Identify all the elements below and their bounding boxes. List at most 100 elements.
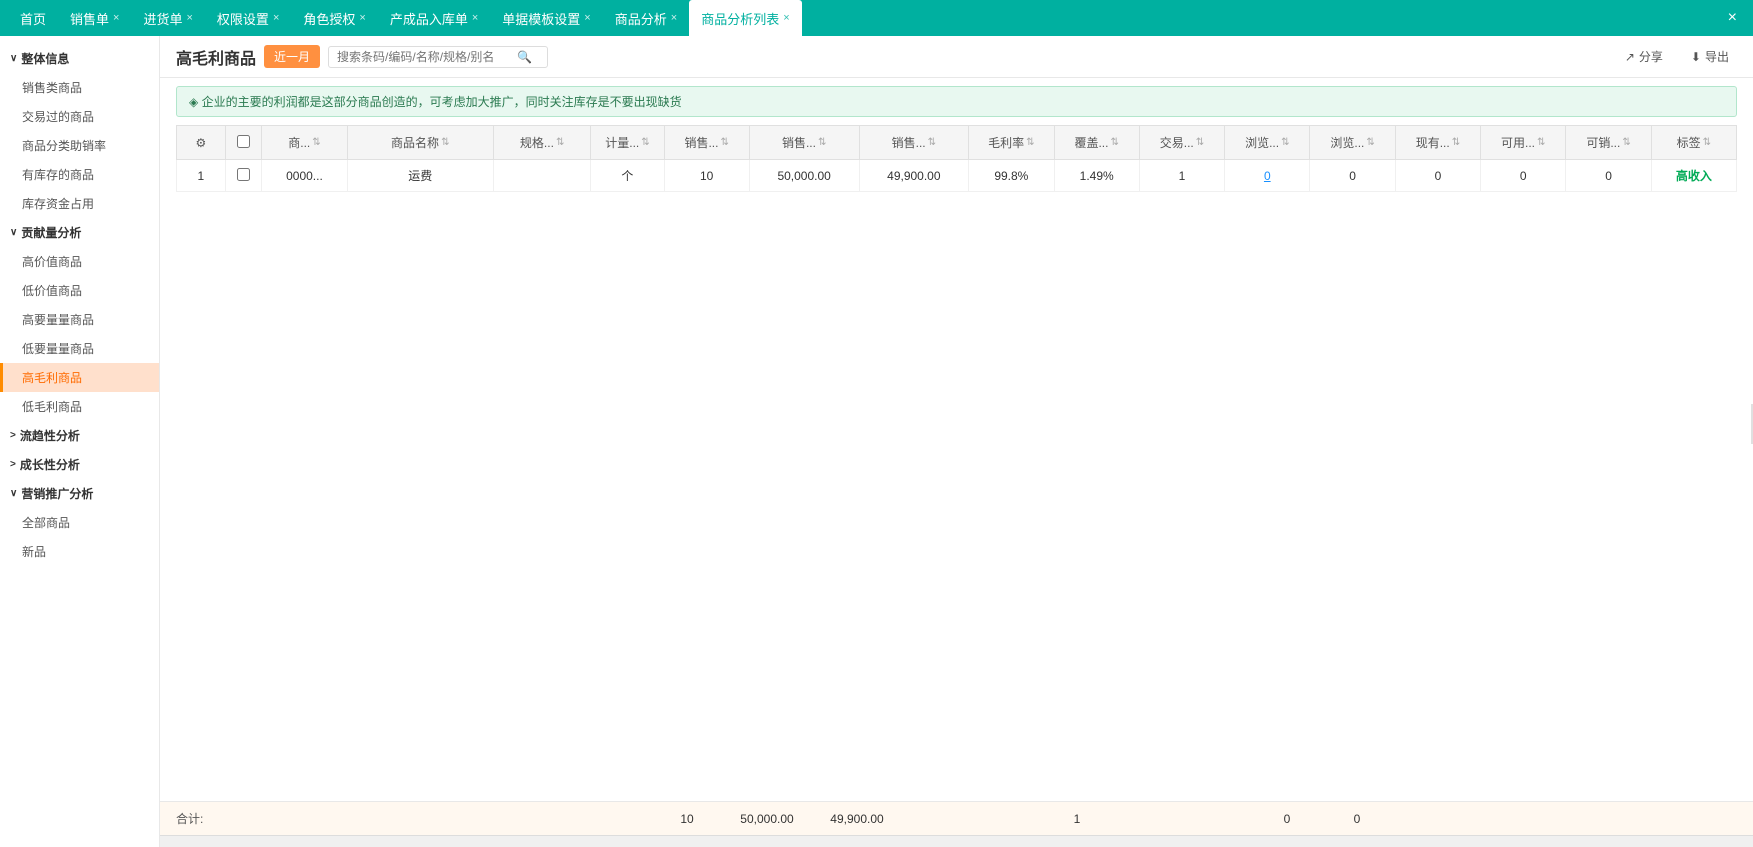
footer-sales-amount: 50,000.00 <box>722 812 812 826</box>
sort-icon[interactable]: ⇅ <box>1196 137 1204 148</box>
select-all-checkbox[interactable] <box>237 135 250 148</box>
nav-item[interactable]: 单据模板设置 × <box>490 0 602 36</box>
nav-close-icon[interactable]: × <box>671 12 677 24</box>
sidebar-section-header[interactable]: > 成长性分析 <box>0 450 159 479</box>
table-column-header[interactable]: 商品名称⇅ <box>347 126 493 160</box>
sort-icon[interactable]: ⇅ <box>720 137 728 148</box>
window-close-button[interactable]: × <box>1720 9 1745 27</box>
nav-item[interactable]: 产成品入库单 × <box>378 0 490 36</box>
table-column-header[interactable]: 可用...⇅ <box>1481 126 1566 160</box>
nav-close-icon[interactable]: × <box>273 12 279 24</box>
search-icon[interactable]: 🔍 <box>517 50 532 64</box>
sidebar-item[interactable]: 低要量量商品 <box>0 334 159 363</box>
sidebar-section-header[interactable]: ∨ 整体信息 <box>0 44 159 73</box>
available-stock: 0 <box>1481 160 1566 192</box>
nav-item[interactable]: 进货单 × <box>131 0 204 36</box>
share-button[interactable]: ↗ 分享 <box>1617 44 1671 69</box>
sidebar-item[interactable]: 低价值商品 <box>0 276 159 305</box>
col-label: 销售... <box>684 134 718 151</box>
sort-icon[interactable]: ⇅ <box>1026 137 1034 148</box>
filter-period-button[interactable]: 近一月 <box>264 45 320 68</box>
row-checkbox[interactable] <box>225 160 262 192</box>
content-area: 高毛利商品 近一月 🔍 ↗ 分享 ⬇ 导出 ◈ 企业的主要的利润都是这部分商品创… <box>160 36 1753 847</box>
sort-icon[interactable]: ⇅ <box>1110 137 1118 148</box>
col-label: 销售... <box>892 134 926 151</box>
nav-item[interactable]: 商品分析 × <box>603 0 689 36</box>
nav-item[interactable]: 权限设置 × <box>205 0 291 36</box>
nav-item[interactable]: 首页 <box>8 0 58 36</box>
horizontal-scrollbar[interactable] <box>160 835 1753 847</box>
table-column-header[interactable]: 规格...⇅ <box>493 126 591 160</box>
nav-close-icon[interactable]: × <box>584 12 590 24</box>
nav-close-icon[interactable]: × <box>359 12 365 24</box>
sort-icon[interactable]: ⇅ <box>1281 137 1289 148</box>
sidebar-section-header[interactable]: ∨ 贡献量分析 <box>0 218 159 247</box>
sidebar-item[interactable]: 低毛利商品 <box>0 392 159 421</box>
nav-item[interactable]: 商品分析列表 × <box>689 0 801 36</box>
settings-icon[interactable]: ⚙ <box>195 136 206 150</box>
sidebar-item[interactable]: 高价值商品 <box>0 247 159 276</box>
sort-icon[interactable]: ⇅ <box>1452 137 1460 148</box>
row-index: 1 <box>177 160 226 192</box>
sidebar-item[interactable]: 库存资金占用 <box>0 189 159 218</box>
transactions: 1 <box>1139 160 1224 192</box>
nav-close-icon[interactable]: × <box>186 12 192 24</box>
search-input[interactable] <box>337 50 517 64</box>
sidebar-item[interactable]: 新品 <box>0 537 159 566</box>
table-column-header[interactable]: 可销...⇅ <box>1566 126 1651 160</box>
nav-close-icon[interactable]: × <box>472 12 478 24</box>
table-column-header[interactable]: 覆盖...⇅ <box>1054 126 1139 160</box>
table-column-header[interactable]: 标签⇅ <box>1651 126 1736 160</box>
sales-qty: 10 <box>664 160 749 192</box>
col-label: 计量... <box>605 134 639 151</box>
views1[interactable]: 0 <box>1225 160 1310 192</box>
search-box: 🔍 <box>328 46 548 68</box>
sort-icon[interactable]: ⇅ <box>1703 137 1711 148</box>
sidebar-item[interactable]: 高毛利商品 <box>0 363 159 392</box>
nav-close-icon[interactable]: × <box>113 12 119 24</box>
nav-close-icon[interactable]: × <box>783 12 789 24</box>
sales-net: 49,900.00 <box>859 160 969 192</box>
table-column-header[interactable]: 商...⇅ <box>262 126 347 160</box>
sort-icon[interactable]: ⇅ <box>556 137 564 148</box>
sidebar-item[interactable]: 高要量量商品 <box>0 305 159 334</box>
sort-icon[interactable]: ⇅ <box>928 137 936 148</box>
row-select-checkbox[interactable] <box>237 168 250 181</box>
sidebar-item[interactable]: 商品分类助销率 <box>0 131 159 160</box>
table-column-header: ⚙ <box>177 126 226 160</box>
export-button[interactable]: ⬇ 导出 <box>1683 44 1737 69</box>
col-label: 浏览... <box>1245 134 1279 151</box>
sort-icon[interactable]: ⇅ <box>312 137 320 148</box>
table-column-header[interactable]: 销售...⇅ <box>664 126 749 160</box>
nav-item[interactable]: 销售单 × <box>58 0 131 36</box>
sidebar-item[interactable]: 有库存的商品 <box>0 160 159 189</box>
sort-icon[interactable]: ⇅ <box>1366 137 1374 148</box>
sort-icon[interactable]: ⇅ <box>1622 137 1630 148</box>
table-column-header[interactable]: 浏览...⇅ <box>1310 126 1395 160</box>
sort-icon[interactable]: ⇅ <box>441 137 449 148</box>
nav-item[interactable]: 角色授权 × <box>291 0 377 36</box>
info-banner-text: ◈ 企业的主要的利润都是这部分商品创造的，可考虑加大推广，同时关注库存是不要出现… <box>189 93 682 110</box>
table-column-header[interactable]: 现有...⇅ <box>1395 126 1480 160</box>
col-label: 可用... <box>1501 134 1535 151</box>
share-icon: ↗ <box>1625 50 1635 64</box>
table-footer: 合计: 10 50,000.00 49,900.00 1 0 0 <box>160 801 1753 835</box>
sort-icon[interactable]: ⇅ <box>641 137 649 148</box>
sidebar-section-header[interactable]: > 流趋性分析 <box>0 421 159 450</box>
section-arrow-icon: ∨ <box>10 227 17 238</box>
product-code: 0000... <box>262 160 347 192</box>
sidebar-section-header[interactable]: ∨ 营销推广分析 <box>0 479 159 508</box>
table-column-header[interactable]: 销售...⇅ <box>749 126 859 160</box>
sidebar-item[interactable]: 销售类商品 <box>0 73 159 102</box>
table-column-header[interactable]: 毛利率⇅ <box>969 126 1054 160</box>
table-column-header[interactable]: 交易...⇅ <box>1139 126 1224 160</box>
product-unit: 个 <box>591 160 664 192</box>
sort-icon[interactable]: ⇅ <box>818 137 826 148</box>
table-column-header[interactable]: 计量...⇅ <box>591 126 664 160</box>
footer-available-stock: 0 <box>1322 812 1392 826</box>
table-column-header[interactable]: 销售...⇅ <box>859 126 969 160</box>
sort-icon[interactable]: ⇅ <box>1537 137 1545 148</box>
table-column-header[interactable]: 浏览...⇅ <box>1225 126 1310 160</box>
sidebar-item[interactable]: 全部商品 <box>0 508 159 537</box>
sidebar-item[interactable]: 交易过的商品 <box>0 102 159 131</box>
